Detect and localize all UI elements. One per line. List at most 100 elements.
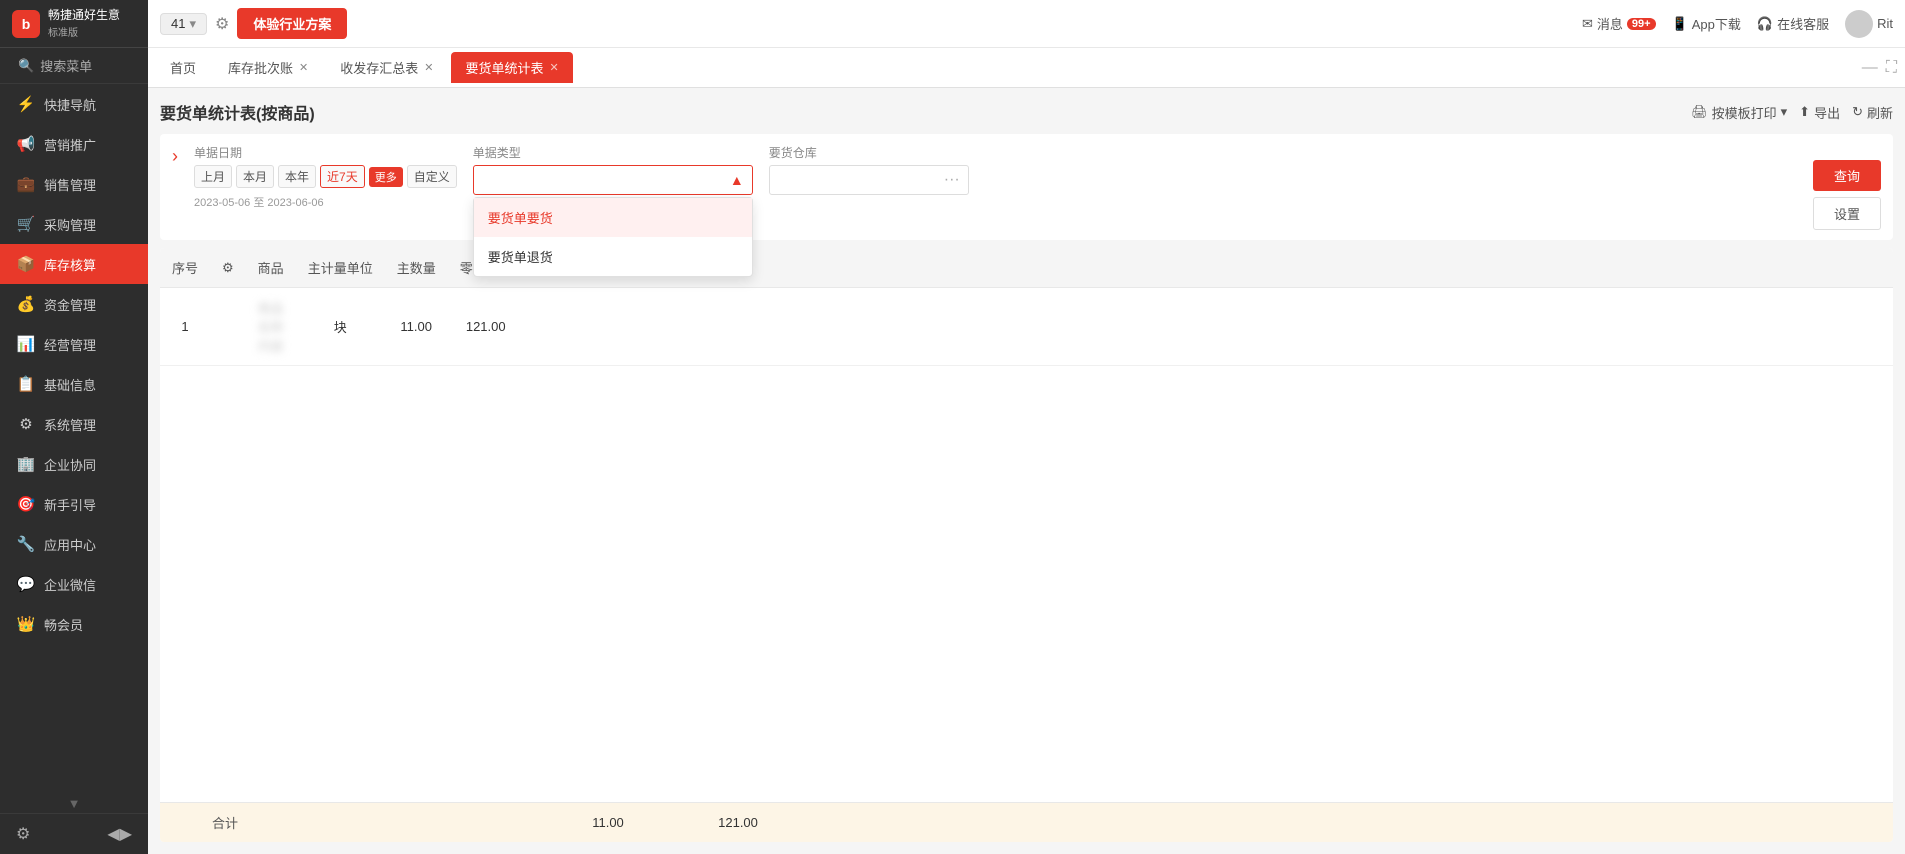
warehouse-selector[interactable]: ···: [769, 165, 969, 195]
finance-icon: 💰: [16, 294, 36, 314]
settings-button[interactable]: 设置: [1813, 197, 1881, 230]
message-badge: 99+: [1627, 18, 1656, 30]
tab-receive-summary-close[interactable]: ✕: [424, 61, 433, 74]
sidebar-label-beginner: 新手引导: [44, 495, 96, 514]
sidebar-scroll-down[interactable]: ▼: [0, 793, 148, 813]
sidebar-label-basic-info: 基础信息: [44, 375, 96, 394]
settings-bottom-icon[interactable]: ⚙: [16, 824, 30, 844]
table-row: 1 商品名称内容 块 11.00 121.00: [160, 288, 1893, 366]
sidebar-item-enterprise[interactable]: 🏢 企业协同: [0, 444, 148, 484]
logo-name: 畅捷通好生意: [48, 8, 120, 24]
page-title: 要货单统计表(按商品): [160, 100, 315, 124]
warehouse-dots-icon: ···: [944, 171, 960, 189]
sidebar-item-beginner[interactable]: 🎯 新手引导: [0, 484, 148, 524]
counter-chevron[interactable]: ▾: [189, 16, 196, 32]
user-name: Rit: [1877, 16, 1893, 31]
sidebar-item-operation[interactable]: 📊 经营管理: [0, 324, 148, 364]
sidebar-nav: ⚡ 快捷导航 📢 营销推广 💼 销售管理 🛒 采购管理 📦 库存核算 💰 资金管…: [0, 84, 148, 793]
date-btn-last-month[interactable]: 上月: [194, 165, 232, 188]
sidebar-item-quick-nav[interactable]: ⚡ 快捷导航: [0, 84, 148, 124]
operation-icon: 📊: [16, 334, 36, 354]
tab-inventory-batch[interactable]: 库存批次账 ✕: [214, 52, 322, 83]
maximize-button[interactable]: ⛶: [1886, 59, 1897, 77]
collapse-sidebar-icon[interactable]: ◀▶: [107, 824, 132, 844]
cell-settings: [210, 288, 246, 366]
sidebar-item-member[interactable]: 👑 畅会员: [0, 604, 148, 644]
col-seq: 序号: [160, 248, 210, 288]
sidebar-label-operation: 经营管理: [44, 335, 96, 354]
topbar: 41 ▾ ⚙ 体验行业方案 ✉ 消息 99+ 📱 App下载 🎧 在线客服 R: [148, 0, 1905, 48]
message-button[interactable]: ✉ 消息 99+: [1582, 14, 1656, 33]
sidebar-item-marketing[interactable]: 📢 营销推广: [0, 124, 148, 164]
trial-button[interactable]: 体验行业方案: [237, 8, 347, 39]
template-print-button[interactable]: 🖨 按模板打印 ▾: [1691, 103, 1787, 122]
tab-order-stats[interactable]: 要货单统计表 ✕: [451, 52, 572, 83]
col-unit: 主计量单位: [296, 248, 385, 288]
minimize-button[interactable]: —: [1862, 59, 1878, 77]
sidebar-item-basic-info[interactable]: 📋 基础信息: [0, 364, 148, 404]
sidebar-item-purchase[interactable]: 🛒 采购管理: [0, 204, 148, 244]
refresh-button[interactable]: ↻ 刷新: [1852, 103, 1893, 122]
filter-toggle-icon[interactable]: ›: [172, 146, 178, 167]
type-selector[interactable]: ▲: [473, 165, 753, 195]
sidebar-item-sales[interactable]: 💼 销售管理: [0, 164, 148, 204]
tab-order-stats-close[interactable]: ✕: [550, 61, 559, 74]
sidebar-label-sales: 销售管理: [44, 175, 96, 194]
date-btn-7days[interactable]: 近7天: [320, 165, 365, 188]
date-btn-this-month[interactable]: 本月: [236, 165, 274, 188]
message-icon: ✉: [1582, 16, 1593, 32]
col-quantity: 主数量: [385, 248, 448, 288]
search-menu[interactable]: 🔍 搜索菜单: [0, 48, 148, 84]
type-selector-wrapper: ▲ 要货单要货 要货单退货: [473, 165, 753, 195]
date-btn-custom[interactable]: 自定义: [407, 165, 457, 188]
filter-actions: 查询 设置: [1813, 144, 1881, 230]
export-label: 导出: [1814, 103, 1840, 122]
total-quantity: 11.00: [568, 815, 648, 830]
tab-order-stats-label: 要货单统计表: [465, 58, 543, 77]
total-row: 合计 11.00 121.00: [160, 802, 1893, 842]
refresh-label: 刷新: [1867, 103, 1893, 122]
sidebar-item-wechat[interactable]: 💬 企业微信: [0, 564, 148, 604]
app-center-icon: 🔧: [16, 534, 36, 554]
avatar-image: [1845, 10, 1873, 38]
service-label: 在线客服: [1777, 14, 1829, 33]
tab-inventory-batch-close[interactable]: ✕: [299, 61, 308, 74]
app-logo: b 畅捷通好生意 标准版: [0, 0, 148, 48]
logo-sub: 标准版: [48, 24, 120, 39]
user-avatar[interactable]: Rit: [1845, 10, 1893, 38]
tab-receive-summary[interactable]: 收发存汇总表 ✕: [326, 52, 447, 83]
purchase-icon: 🛒: [16, 214, 36, 234]
sidebar-item-system[interactable]: ⚙ 系统管理: [0, 404, 148, 444]
sidebar-bottom: ⚙ ◀▶: [0, 813, 148, 854]
window-controls: — ⛶: [1862, 59, 1897, 77]
sidebar-label-member: 畅会员: [44, 615, 83, 634]
main-area: 41 ▾ ⚙ 体验行业方案 ✉ 消息 99+ 📱 App下载 🎧 在线客服 R: [148, 0, 1905, 854]
tab-inventory-batch-label: 库存批次账: [228, 58, 293, 77]
date-range-display: 2023-05-06 至 2023-06-06: [194, 194, 457, 210]
export-button[interactable]: ⬆ 导出: [1799, 103, 1840, 122]
col-settings[interactable]: ⚙: [210, 248, 246, 288]
refresh-icon: ↻: [1852, 104, 1863, 120]
beginner-icon: 🎯: [16, 494, 36, 514]
type-filter-label: 单据类型: [473, 144, 753, 161]
query-button[interactable]: 查询: [1813, 160, 1881, 191]
cell-seq: 1: [160, 288, 210, 366]
sidebar-item-inventory[interactable]: 📦 库存核算: [0, 244, 148, 284]
template-chevron-icon[interactable]: ▾: [1781, 104, 1788, 120]
export-icon: ⬆: [1799, 104, 1810, 120]
page-actions: 🖨 按模板打印 ▾ ⬆ 导出 ↻ 刷新: [1691, 103, 1893, 122]
wechat-icon: 💬: [16, 574, 36, 594]
type-dropdown-menu: 要货单要货 要货单退货: [473, 197, 753, 277]
tab-home[interactable]: 首页: [156, 52, 210, 83]
member-icon: 👑: [16, 614, 36, 634]
sidebar-item-finance[interactable]: 💰 资金管理: [0, 284, 148, 324]
dropdown-item-0[interactable]: 要货单要货: [474, 198, 752, 237]
date-btn-this-year[interactable]: 本年: [278, 165, 316, 188]
topbar-gear-icon[interactable]: ⚙: [215, 14, 229, 34]
sidebar-item-app-center[interactable]: 🔧 应用中心: [0, 524, 148, 564]
service-button[interactable]: 🎧 在线客服: [1757, 14, 1829, 33]
date-btn-more[interactable]: 更多: [369, 167, 403, 187]
dropdown-item-1[interactable]: 要货单退货: [474, 237, 752, 276]
app-download-button[interactable]: 📱 App下载: [1672, 14, 1741, 33]
search-menu-label: 搜索菜单: [40, 56, 92, 75]
